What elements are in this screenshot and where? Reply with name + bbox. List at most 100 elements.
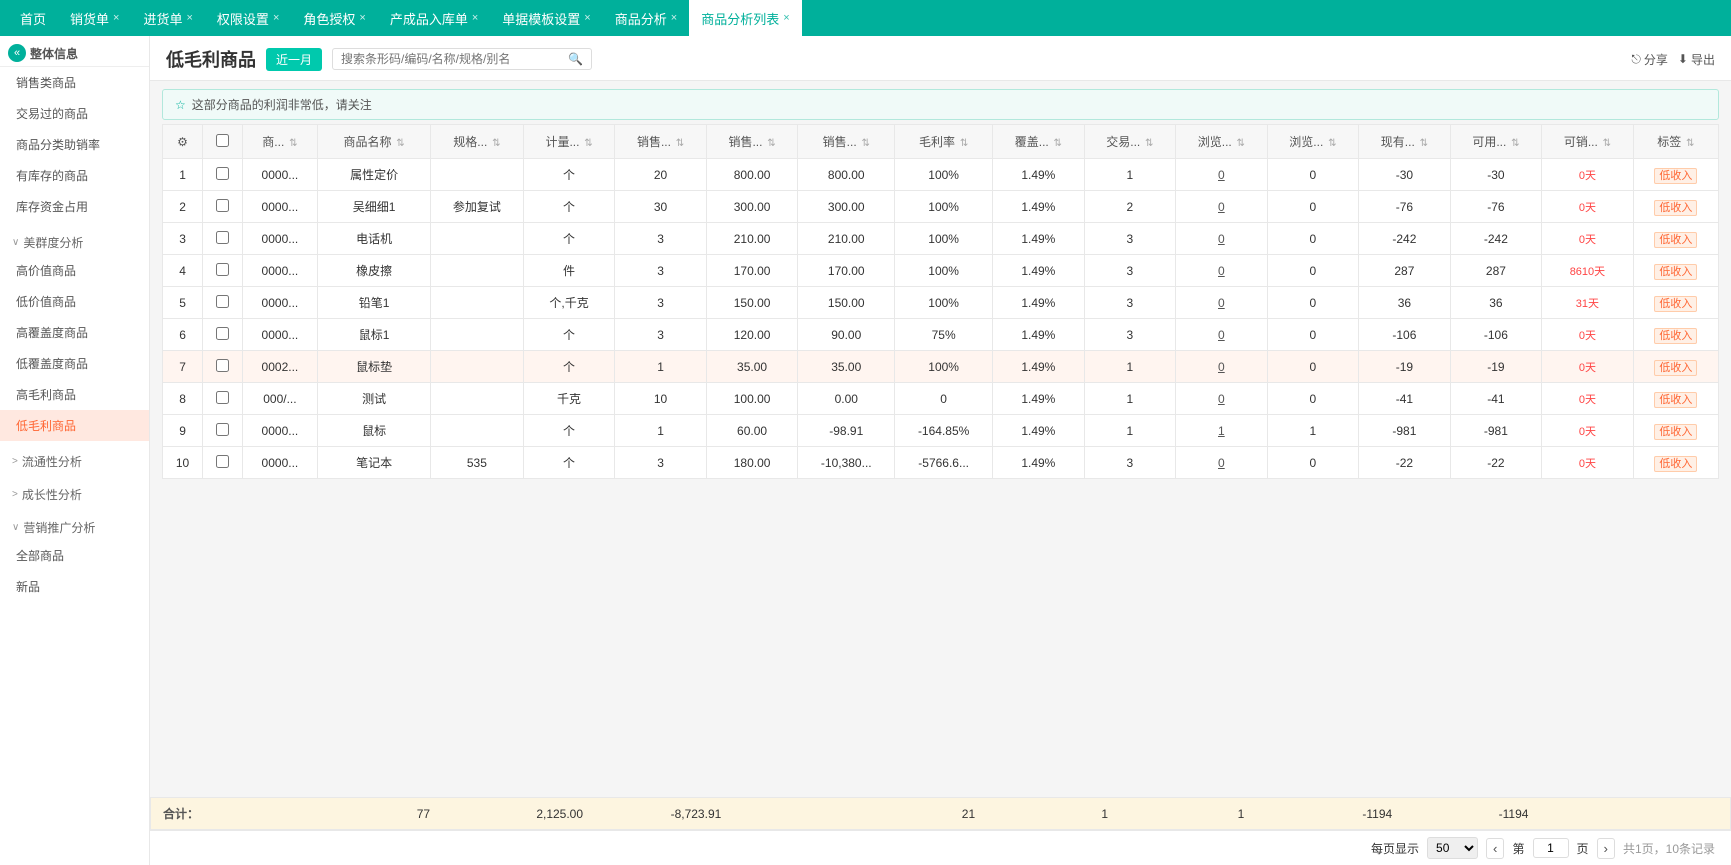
browse-link[interactable]: 0 xyxy=(1218,392,1225,406)
row-checkbox[interactable] xyxy=(216,263,229,276)
period-button[interactable]: 近一月 xyxy=(266,48,322,71)
cell-code: 0000... xyxy=(242,191,318,223)
col-header-browse1[interactable]: 浏览... ⇅ xyxy=(1176,125,1268,159)
sort-icon-unit: ⇅ xyxy=(581,138,592,149)
browse-link[interactable]: 0 xyxy=(1218,328,1225,342)
row-checkbox[interactable] xyxy=(216,455,229,468)
col-header-spec[interactable]: 规格... ⇅ xyxy=(431,125,524,159)
cell-trade: 3 xyxy=(1084,223,1176,255)
col-header-browse2[interactable]: 浏览... ⇅ xyxy=(1267,125,1359,159)
sidebar-group-title-2[interactable]: >流通性分析 xyxy=(0,445,149,474)
sidebar-group-title-4[interactable]: ∨营销推广分析 xyxy=(0,511,149,540)
row-checkbox[interactable] xyxy=(216,167,229,180)
next-page-button[interactable]: › xyxy=(1597,838,1615,859)
browse-link[interactable]: 0 xyxy=(1218,456,1225,470)
search-box[interactable]: 🔍 xyxy=(332,48,592,70)
cell-sales_qty: 3 xyxy=(615,287,707,319)
col-header-code[interactable]: 商... ⇅ xyxy=(242,125,318,159)
row-checkbox[interactable] xyxy=(216,295,229,308)
sidebar-item-全部商品[interactable]: 全部商品 xyxy=(0,540,149,571)
sidebar-item-销售类商品[interactable]: 销售类商品 xyxy=(0,67,149,98)
notice-text: 这部分商品的利润非常低，请关注 xyxy=(192,96,372,113)
browse-link[interactable]: 0 xyxy=(1218,264,1225,278)
nav-item-产成品入库单[interactable]: 产成品入库单 × xyxy=(378,0,490,36)
col-header-available[interactable]: 可用... ⇅ xyxy=(1450,125,1542,159)
browse-link[interactable]: 0 xyxy=(1218,200,1225,214)
browse-link[interactable]: 0 xyxy=(1218,360,1225,374)
row-checkbox[interactable] xyxy=(216,423,229,436)
nav-item-权限设置[interactable]: 权限设置 × xyxy=(205,0,291,36)
nav-item-首页[interactable]: 首页 xyxy=(8,0,58,36)
nav-item-单据模板设置[interactable]: 单据模板设置 × xyxy=(490,0,602,36)
search-input[interactable] xyxy=(341,52,568,66)
select-all-checkbox[interactable] xyxy=(216,134,229,147)
per-page-select[interactable]: 50 20 100 xyxy=(1427,837,1478,859)
nav-item-进货单[interactable]: 进货单 × xyxy=(131,0,204,36)
col-header-settings[interactable]: ⚙ xyxy=(163,125,203,159)
col-header-current[interactable]: 现有... ⇅ xyxy=(1359,125,1451,159)
browse-link[interactable]: 0 xyxy=(1218,296,1225,310)
prev-page-button[interactable]: ‹ xyxy=(1486,838,1504,859)
sidebar-item-新品[interactable]: 新品 xyxy=(0,571,149,602)
sidebar-item-高价值商品[interactable]: 高价值商品 xyxy=(0,255,149,286)
cell-sales_qty: 3 xyxy=(615,255,707,287)
nav-item-商品分析[interactable]: 商品分析 × xyxy=(603,0,689,36)
sidebar-item-高覆盖度商品[interactable]: 高覆盖度商品 xyxy=(0,317,149,348)
sidebar-item-低覆盖度商品[interactable]: 低覆盖度商品 xyxy=(0,348,149,379)
col-header-sales_qty[interactable]: 销售... ⇅ xyxy=(615,125,707,159)
row-checkbox[interactable] xyxy=(216,391,229,404)
col-header-trade[interactable]: 交易... ⇅ xyxy=(1084,125,1176,159)
col-header-coverage[interactable]: 覆盖... ⇅ xyxy=(993,125,1085,159)
browse-link[interactable]: 1 xyxy=(1218,424,1225,438)
nav-close-icon[interactable]: × xyxy=(783,12,789,24)
col-header-sales_cost[interactable]: 销售... ⇅ xyxy=(798,125,895,159)
col-header-unit[interactable]: 计量... ⇅ xyxy=(523,125,615,159)
sort-icon-trade: ⇅ xyxy=(1142,138,1153,149)
browse-link[interactable]: 0 xyxy=(1218,232,1225,246)
row-checkbox[interactable] xyxy=(216,199,229,212)
col-header-name[interactable]: 商品名称 ⇅ xyxy=(318,125,431,159)
cell-saleable: 0天 xyxy=(1542,223,1634,255)
col-header-checkbox[interactable] xyxy=(203,125,243,159)
export-button[interactable]: ⬇ 导出 xyxy=(1678,51,1715,68)
row-checkbox[interactable] xyxy=(216,359,229,372)
cell-available: -30 xyxy=(1450,159,1542,191)
nav-item-销货单[interactable]: 销货单 × xyxy=(58,0,131,36)
col-header-saleable[interactable]: 可销... ⇅ xyxy=(1542,125,1634,159)
sidebar-item-商品分类助销率[interactable]: 商品分类助销率 xyxy=(0,129,149,160)
sidebar-item-低毛利商品[interactable]: 低毛利商品 xyxy=(0,410,149,441)
sidebar-group-title-3[interactable]: >成长性分析 xyxy=(0,478,149,507)
sidebar-collapse-btn[interactable]: « xyxy=(8,44,26,62)
nav-close-icon[interactable]: × xyxy=(113,12,119,24)
sidebar-item-高毛利商品[interactable]: 高毛利商品 xyxy=(0,379,149,410)
nav-close-icon[interactable]: × xyxy=(584,12,590,24)
row-checkbox[interactable] xyxy=(216,327,229,340)
sidebar-item-有库存的商品[interactable]: 有库存的商品 xyxy=(0,160,149,191)
col-header-sales_price[interactable]: 销售... ⇅ xyxy=(706,125,798,159)
sidebar-group-title-1[interactable]: ∨美群度分析 xyxy=(0,226,149,255)
cell-current: 36 xyxy=(1359,287,1451,319)
sidebar-group-2: >流通性分析 xyxy=(0,445,149,474)
page-number-input[interactable] xyxy=(1533,838,1569,858)
nav-close-icon[interactable]: × xyxy=(273,12,279,24)
cell-no: 8 xyxy=(163,383,203,415)
cell-browse1: 0 xyxy=(1176,255,1268,287)
nav-close-icon[interactable]: × xyxy=(472,12,478,24)
browse-link[interactable]: 0 xyxy=(1218,168,1225,182)
col-header-tag[interactable]: 标签 ⇅ xyxy=(1633,125,1718,159)
nav-close-icon[interactable]: × xyxy=(186,12,192,24)
cell-tag: 低收入 xyxy=(1633,255,1718,287)
nav-item-角色授权[interactable]: 角色授权 × xyxy=(291,0,377,36)
row-checkbox[interactable] xyxy=(216,231,229,244)
sidebar-item-交易过的商品[interactable]: 交易过的商品 xyxy=(0,98,149,129)
cell-coverage: 1.49% xyxy=(993,447,1085,479)
nav-close-icon[interactable]: × xyxy=(359,12,365,24)
sidebar-item-库存资金占用[interactable]: 库存资金占用 xyxy=(0,191,149,222)
cell-saleable: 0天 xyxy=(1542,319,1634,351)
cell-trade: 1 xyxy=(1084,415,1176,447)
sidebar-item-低价值商品[interactable]: 低价值商品 xyxy=(0,286,149,317)
share-button[interactable]: ⎋ 分享 xyxy=(1631,51,1668,68)
col-header-gross_rate[interactable]: 毛利率 ⇅ xyxy=(895,125,993,159)
nav-item-商品分析列表[interactable]: 商品分析列表 × xyxy=(689,0,801,36)
nav-close-icon[interactable]: × xyxy=(671,12,677,24)
